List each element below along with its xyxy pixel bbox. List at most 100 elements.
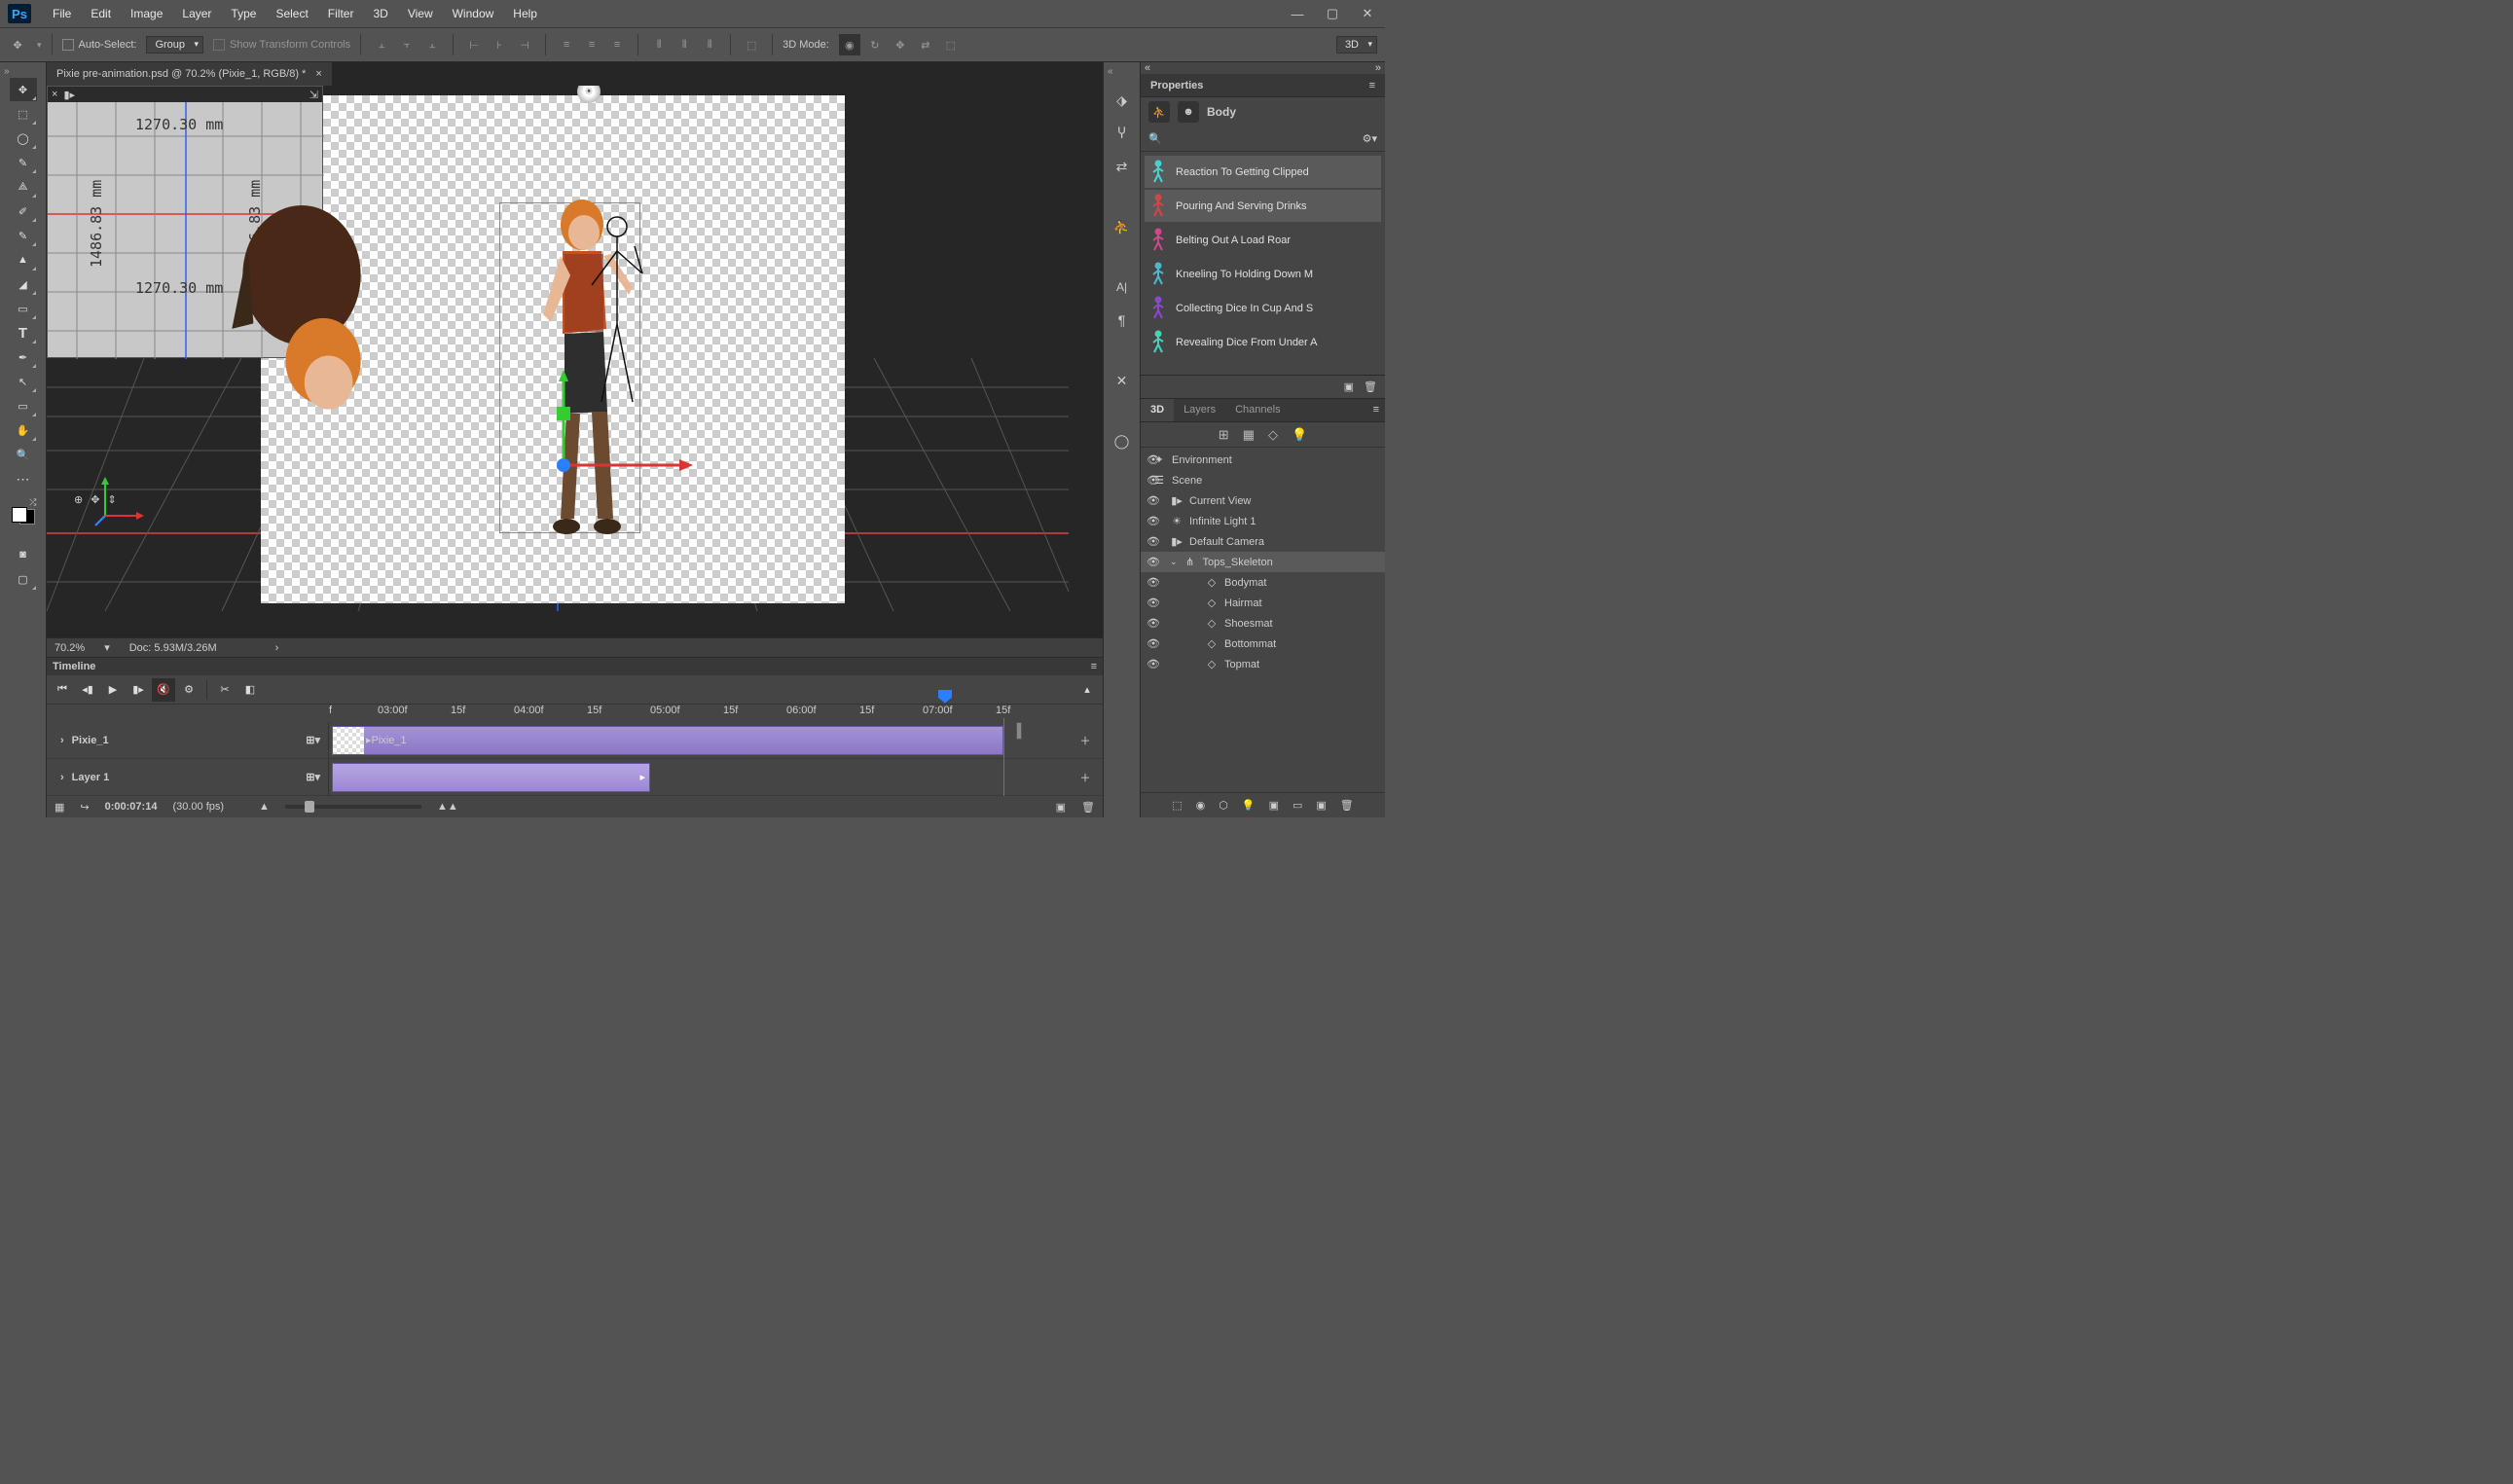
- cc-icon[interactable]: ◯: [1111, 431, 1134, 451]
- close-tab-icon[interactable]: ×: [315, 68, 321, 80]
- render-icon[interactable]: ↪: [80, 801, 89, 814]
- character-pose-icon[interactable]: ⛹: [1148, 101, 1170, 123]
- visibility-eye-icon[interactable]: 👁: [1147, 494, 1160, 507]
- animation-item[interactable]: Kneeling To Holding Down M: [1145, 258, 1381, 290]
- paragraph-icon[interactable]: ¶: [1111, 310, 1134, 330]
- distribute-v-icon[interactable]: ⦀: [674, 34, 695, 55]
- camera-icon[interactable]: ▮▸: [63, 89, 75, 101]
- show-transform-checkbox[interactable]: Show Transform Controls: [213, 39, 350, 51]
- walk-view-icon[interactable]: ⇕: [107, 493, 116, 506]
- 3d-rotate-icon[interactable]: ↻: [864, 34, 886, 55]
- gradient-tool[interactable]: ▭: [10, 297, 37, 320]
- transition-icon[interactable]: ◧: [238, 678, 262, 702]
- character-panel-icon[interactable]: ⛹: [1111, 217, 1134, 236]
- stamp-tool[interactable]: ▲: [10, 248, 37, 271]
- scene-tree-row[interactable]: 👁 ▮▸ Current View: [1141, 490, 1385, 511]
- document-tab[interactable]: Pixie pre-animation.psd @ 70.2% (Pixie_1…: [47, 62, 332, 86]
- menu-file[interactable]: File: [43, 3, 81, 24]
- quick-mask-icon[interactable]: ◙: [10, 543, 37, 566]
- visibility-eye-icon[interactable]: 👁: [1147, 658, 1160, 670]
- eyedropper-tool[interactable]: ✐: [10, 199, 37, 223]
- auto-select-checkbox[interactable]: Auto-Select:: [62, 39, 137, 51]
- status-caret-icon[interactable]: ›: [275, 642, 279, 654]
- video-clip-layer1[interactable]: ▸: [332, 763, 650, 792]
- view-nav-icons[interactable]: ⊕ ✥ ⇕: [74, 493, 117, 506]
- tab-layers[interactable]: Layers: [1174, 399, 1225, 421]
- distribute-1-icon[interactable]: ≡: [556, 34, 577, 55]
- viewport[interactable]: ☀: [47, 86, 1103, 637]
- scene-tree-row[interactable]: 👁 ◇ Hairmat: [1141, 593, 1385, 613]
- align-vcenter-icon[interactable]: ⫟: [396, 34, 418, 55]
- sv-close-icon[interactable]: ×: [52, 89, 57, 100]
- align-top-icon[interactable]: ⫠: [371, 34, 392, 55]
- adjustments-icon[interactable]: Ⴤ: [1111, 124, 1134, 143]
- go-start-icon[interactable]: ⏮: [51, 678, 74, 702]
- playhead[interactable]: [938, 690, 952, 704]
- type-tool[interactable]: T: [10, 321, 37, 344]
- menu-edit[interactable]: Edit: [81, 3, 121, 24]
- visibility-eye-icon[interactable]: 👁: [1147, 556, 1160, 568]
- scene-tree-row[interactable]: 👁 ⌄ ⋔ Tops_Skeleton: [1141, 552, 1385, 572]
- panel-menu-icon[interactable]: ≡: [1369, 80, 1375, 91]
- tl-up-icon[interactable]: ▴: [1075, 678, 1099, 702]
- auto-select-dropdown[interactable]: Group: [146, 36, 203, 54]
- secondary-view-header[interactable]: × ▮▸ ⇲: [48, 87, 322, 102]
- visibility-eye-icon[interactable]: 👁: [1147, 617, 1160, 630]
- footer-icon-3[interactable]: ⬡: [1219, 799, 1228, 812]
- panel-menu-icon[interactable]: ≡: [1367, 399, 1385, 421]
- align-right-icon[interactable]: ⊣: [514, 34, 535, 55]
- filter-scene-icon[interactable]: ⊞: [1219, 427, 1229, 443]
- styles-icon[interactable]: ⇄: [1111, 157, 1134, 176]
- brush-tool[interactable]: ✎: [10, 224, 37, 247]
- trash-icon[interactable]: 🗑: [1364, 380, 1377, 393]
- animation-item[interactable]: Collecting Dice In Cup And S: [1145, 292, 1381, 324]
- add-media-icon[interactable]: ＋: [1074, 766, 1097, 789]
- foreground-color[interactable]: [12, 507, 27, 523]
- pan-view-icon[interactable]: ✥: [91, 493, 99, 506]
- timeline-ruler[interactable]: f 03:00f 15f 04:00f 15f 05:00f 15f 06:00…: [47, 705, 1103, 722]
- align-left-icon[interactable]: ⊢: [463, 34, 485, 55]
- align-hcenter-icon[interactable]: ⊦: [489, 34, 510, 55]
- filter-material-icon[interactable]: ◇: [1268, 427, 1278, 443]
- sv-swap-icon[interactable]: ⇲: [310, 89, 318, 101]
- footer-light-icon[interactable]: 💡: [1242, 799, 1256, 812]
- panel-collapse-icon[interactable]: »: [1375, 62, 1381, 74]
- scene-tree-row[interactable]: 👁 ◇ Bodymat: [1141, 572, 1385, 593]
- quick-select-tool[interactable]: ✎: [10, 151, 37, 174]
- window-minimize[interactable]: —: [1283, 4, 1312, 23]
- scene-tree-row[interactable]: 👁 ◇ Bottommat: [1141, 633, 1385, 654]
- animation-item[interactable]: Belting Out A Load Roar: [1145, 224, 1381, 256]
- libraries-icon[interactable]: ⬗: [1111, 90, 1134, 110]
- animation-item[interactable]: Pouring And Serving Drinks: [1145, 190, 1381, 222]
- window-maximize[interactable]: ▢: [1318, 4, 1347, 23]
- menu-select[interactable]: Select: [266, 3, 317, 24]
- video-clip-pixie[interactable]: ▸ Pixie_1: [332, 726, 1003, 755]
- animation-item[interactable]: Revealing Dice From Under A: [1145, 326, 1381, 358]
- path-select-tool[interactable]: ↖: [10, 370, 37, 393]
- visibility-eye-icon[interactable]: 👁: [1147, 515, 1160, 527]
- scene-tree-row[interactable]: 👁 ☀ Infinite Light 1: [1141, 511, 1385, 531]
- mute-icon[interactable]: 🔇: [152, 678, 175, 702]
- scene-tree-row[interactable]: 👁 ◇ Topmat: [1141, 654, 1385, 674]
- timeline-track-pixie[interactable]: › Pixie_1 ⊞▾ ▸ Pixie_1 ＋: [47, 722, 1103, 759]
- distribute-2-icon[interactable]: ≡: [581, 34, 602, 55]
- zoom-tool[interactable]: 🔍: [10, 443, 37, 466]
- footer-icon-1[interactable]: ⬚: [1172, 799, 1182, 812]
- visibility-eye-icon[interactable]: 👁: [1147, 576, 1160, 589]
- 3d-scale-icon[interactable]: ⬚: [940, 34, 962, 55]
- align-bottom-icon[interactable]: ⫠: [421, 34, 443, 55]
- footer-camera-icon[interactable]: ▣: [1269, 799, 1279, 812]
- menu-image[interactable]: Image: [121, 3, 172, 24]
- convert-frame-icon[interactable]: ▣: [1056, 801, 1066, 814]
- track-options-icon[interactable]: ⊞▾: [306, 771, 320, 783]
- zoom-in-timeline-icon[interactable]: ▲▲: [437, 801, 458, 813]
- scene-tree-row[interactable]: 👁 ☰ Scene: [1141, 470, 1385, 490]
- rectangle-tool[interactable]: ▭: [10, 394, 37, 417]
- mask-icon[interactable]: ☻: [1178, 101, 1199, 123]
- distribute-h-icon[interactable]: ⦀: [648, 34, 670, 55]
- add-media-icon[interactable]: ＋: [1074, 729, 1097, 752]
- footer-new-icon[interactable]: ▣: [1316, 799, 1326, 812]
- edit-toolbar[interactable]: ⋯: [10, 467, 37, 490]
- 3d-orbit-icon[interactable]: ◉: [839, 34, 860, 55]
- menu-type[interactable]: Type: [221, 3, 266, 24]
